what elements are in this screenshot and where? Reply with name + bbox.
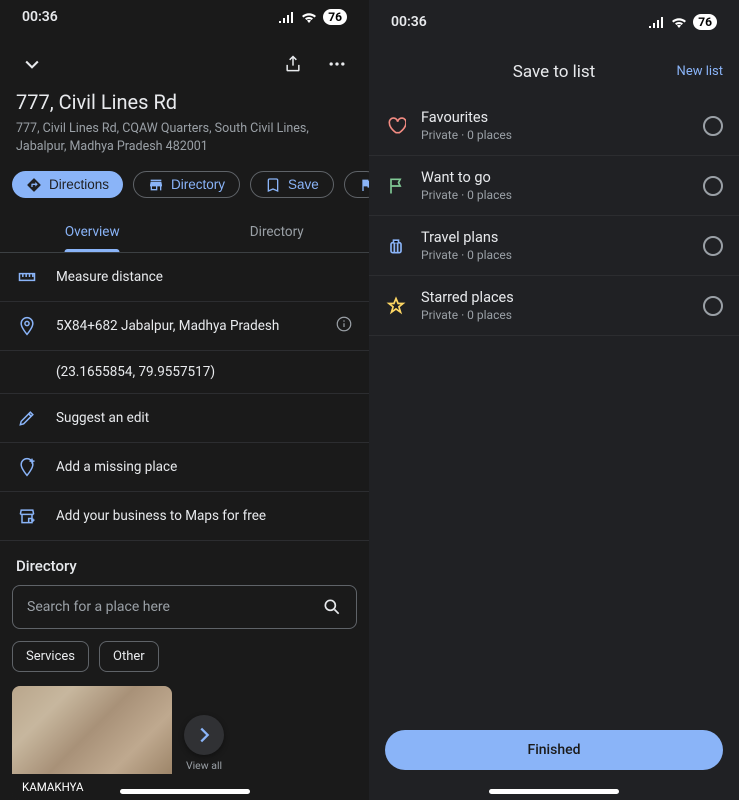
want-name: Want to go [421,169,689,186]
measure-distance-item[interactable]: Measure distance [0,253,369,302]
pluscode-label: 5X84+682 Jabalpur, Madhya Pradesh [56,318,279,334]
home-indicator-right[interactable] [489,789,619,794]
list-starred[interactable]: Starred places Private · 0 places [369,276,739,336]
status-bar: 00:36 76 [0,0,369,34]
fav-name: Favourites [421,109,689,126]
tab-overview[interactable]: Overview [0,212,185,252]
heart-icon [385,116,407,136]
addbusiness-label: Add your business to Maps for free [56,508,266,524]
left-phone: 00:36 76 777, Civil Lines Rd 777, Civil … [0,0,369,800]
more-horiz-icon [327,54,347,74]
addplace-label: Add a missing place [56,459,177,475]
battery-level: 76 [323,9,347,25]
store-icon [148,177,164,193]
card-row: KAMAKHYA View all [0,686,369,800]
radio-fav[interactable] [703,116,723,136]
card-image [12,686,172,774]
travel-meta: Private · 0 places [421,248,689,262]
travel-name: Travel plans [421,229,689,246]
directory-button[interactable]: Directory [133,171,240,198]
bookmark-icon [265,177,281,193]
actions-row: Directions Directory Save [0,167,369,212]
status-right-r: 76 [649,14,717,30]
view-all-button[interactable] [184,715,224,755]
list-wanttogo[interactable]: Want to go Private · 0 places [369,156,739,216]
suitcase-icon [385,236,407,256]
place-title: 777, Civil Lines Rd [16,90,353,114]
status-time-right: 00:36 [391,14,427,30]
directions-icon [26,177,42,193]
add-place-item[interactable]: Add a missing place [0,443,369,492]
cellular-icon [279,12,295,23]
directory-search[interactable]: Search for a place here [12,585,357,629]
new-list-button[interactable]: New list [677,64,723,79]
pluscode-item[interactable]: 5X84+682 Jabalpur, Madhya Pradesh [0,302,369,350]
more-button[interactable] [321,48,353,80]
directions-button[interactable]: Directions [12,171,123,198]
search-icon [322,597,342,617]
search-placeholder: Search for a place here [27,599,170,615]
storefront-icon [16,506,38,526]
filter-other[interactable]: Other [99,641,159,672]
status-right: 76 [279,9,347,25]
suggest-edit-item[interactable]: Suggest an edit [0,393,369,443]
measure-label: Measure distance [56,269,163,285]
pencil-icon [16,408,38,428]
header-row [0,34,369,90]
fav-meta: Private · 0 places [421,128,689,142]
search-wrap: Search for a place here [0,585,369,641]
filter-services[interactable]: Services [12,641,89,672]
right-phone: 00:36 76 Save to list New list Favourite… [369,0,739,800]
star-icon [385,296,407,316]
flag-icon [385,176,407,196]
save-header: Save to list New list [369,44,739,96]
view-all-label: View all [186,759,222,772]
directory-label: Directory [171,177,225,192]
more-action[interactable] [344,171,369,198]
starred-meta: Private · 0 places [421,308,689,322]
coords-item[interactable]: (23.1655854, 79.9557517) [0,350,369,393]
add-pin-icon [16,457,38,477]
cellular-icon [649,17,665,28]
directions-label: Directions [49,177,109,192]
add-business-item[interactable]: Add your business to Maps for free [0,492,369,541]
suggest-label: Suggest an edit [56,410,149,426]
wifi-icon [671,16,687,28]
share-icon [283,54,303,74]
radio-want[interactable] [703,176,723,196]
tabs: Overview Directory [0,212,369,253]
collapse-button[interactable] [16,48,48,80]
wifi-icon [301,11,317,23]
save-title: Save to list [513,62,596,82]
info-icon[interactable] [335,315,353,337]
save-button[interactable]: Save [250,171,334,198]
card-label: KAMAKHYA [12,774,172,800]
status-time: 00:36 [22,9,58,25]
directory-section-title: Directory [0,541,369,585]
battery-level-right: 76 [693,14,717,30]
radio-starred[interactable] [703,296,723,316]
tab-directory[interactable]: Directory [185,212,370,252]
finished-button[interactable]: Finished [385,730,723,770]
list-favourites[interactable]: Favourites Private · 0 places [369,96,739,156]
share-button[interactable] [277,48,309,80]
title-block: 777, Civil Lines Rd 777, Civil Lines Rd,… [0,90,369,167]
radio-travel[interactable] [703,236,723,256]
status-bar-right: 00:36 76 [369,0,739,44]
flag-icon [359,177,369,193]
place-address: 777, Civil Lines Rd, CQAW Quarters, Sout… [16,120,353,155]
ruler-icon [16,267,38,287]
save-label: Save [288,177,319,192]
want-meta: Private · 0 places [421,188,689,202]
directory-card[interactable]: KAMAKHYA [12,686,172,800]
chevron-down-icon [22,54,42,74]
starred-name: Starred places [421,289,689,306]
arrow-right-icon [193,724,215,746]
pin-icon [16,316,38,336]
list-travel[interactable]: Travel plans Private · 0 places [369,216,739,276]
home-indicator[interactable] [120,789,250,794]
filter-row: Services Other [0,641,369,686]
